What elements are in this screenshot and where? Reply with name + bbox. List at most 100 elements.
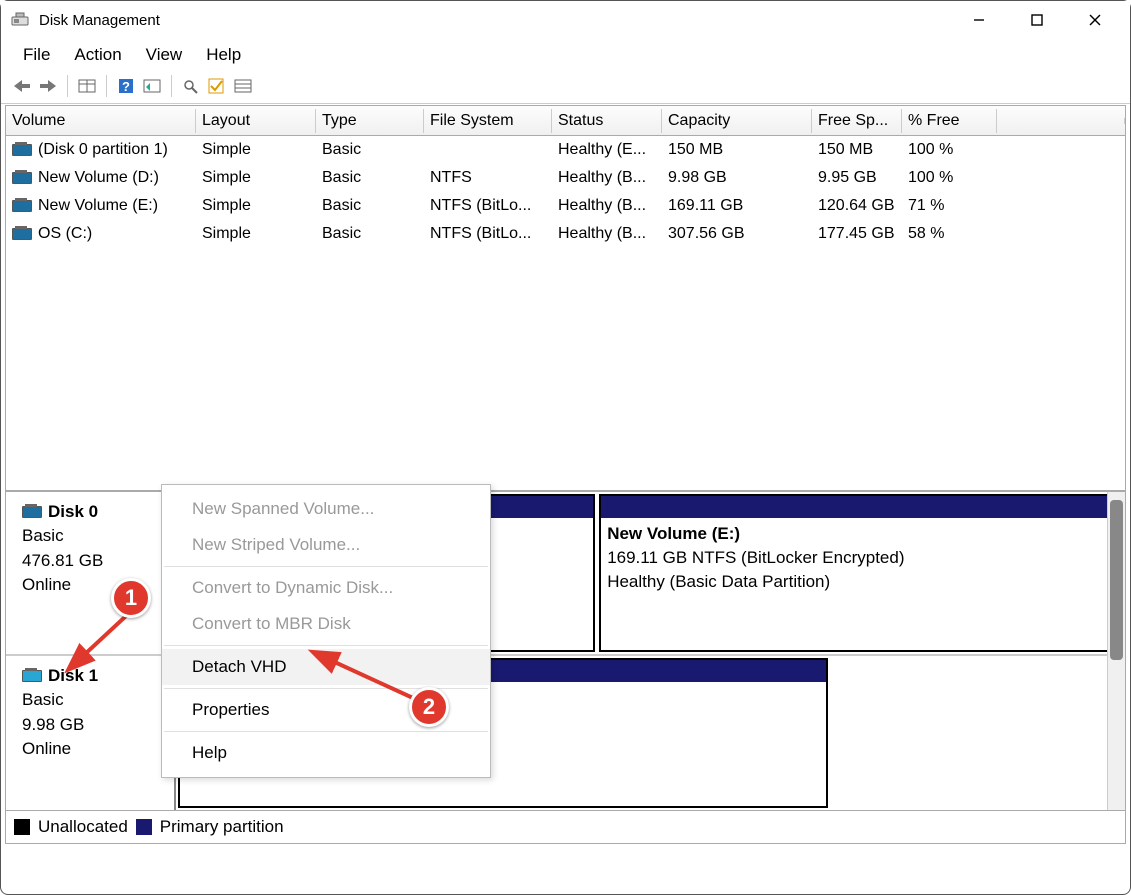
app-icon <box>11 11 29 29</box>
ctx-convert-mbr: Convert to MBR Disk <box>162 606 490 642</box>
menu-action[interactable]: Action <box>64 43 131 67</box>
refresh-view-icon[interactable] <box>141 75 163 97</box>
svg-text:?: ? <box>122 79 130 94</box>
col-freespace[interactable]: Free Sp... <box>812 109 902 133</box>
ctx-detach-vhd[interactable]: Detach VHD <box>162 649 490 685</box>
check-icon[interactable] <box>206 75 228 97</box>
swatch-unallocated <box>14 819 30 835</box>
titlebar: Disk Management <box>1 1 1130 39</box>
volume-table-header: Volume Layout Type File System Status Ca… <box>6 106 1125 136</box>
col-capacity[interactable]: Capacity <box>662 109 812 133</box>
vol-pct: 58 % <box>902 223 997 245</box>
menu-help[interactable]: Help <box>196 43 251 67</box>
col-filesystem[interactable]: File System <box>424 109 552 133</box>
vol-name: (Disk 0 partition 1) <box>38 141 168 159</box>
vol-status: Healthy (E... <box>552 139 662 161</box>
vol-layout: Simple <box>196 223 316 245</box>
forward-icon[interactable] <box>37 75 59 97</box>
ctx-new-striped: New Striped Volume... <box>162 527 490 563</box>
volume-row[interactable]: (Disk 0 partition 1) SimpleBasic Healthy (… <box>6 136 1125 164</box>
vol-fs: NTFS (BitLo... <box>424 223 552 245</box>
legend-primary: Primary partition <box>160 817 284 837</box>
vol-capacity: 150 MB <box>662 139 812 161</box>
disk0-size: 476.81 GB <box>22 549 166 574</box>
list-icon[interactable] <box>232 75 254 97</box>
swatch-primary <box>136 819 152 835</box>
col-status[interactable]: Status <box>552 109 662 133</box>
disk0-type: Basic <box>22 524 166 549</box>
drive-icon <box>12 172 32 184</box>
annotation-badge-2: 2 <box>409 687 449 727</box>
drive-icon <box>12 228 32 240</box>
disk0-part2-health: Healthy (Basic Data Partition) <box>607 570 1115 594</box>
ctx-help[interactable]: Help <box>162 735 490 771</box>
disk0-partition-2[interactable]: New Volume (E:) 169.11 GB NTFS (BitLocke… <box>599 494 1123 652</box>
menubar: File Action View Help <box>1 39 1130 73</box>
close-button[interactable] <box>1066 1 1124 39</box>
vol-capacity: 307.56 GB <box>662 223 812 245</box>
vol-name: New Volume (E:) <box>38 197 158 215</box>
back-icon[interactable] <box>11 75 33 97</box>
vol-fs <box>424 148 552 152</box>
vol-type: Basic <box>316 195 424 217</box>
vol-free: 9.95 GB <box>812 167 902 189</box>
disk1-size: 9.98 GB <box>22 713 166 738</box>
col-layout[interactable]: Layout <box>196 109 316 133</box>
legend: Unallocated Primary partition <box>5 811 1126 844</box>
ctx-convert-dynamic: Convert to Dynamic Disk... <box>162 570 490 606</box>
drive-icon <box>12 200 32 212</box>
disk1-label: Disk 1 <box>48 666 98 686</box>
col-volume[interactable]: Volume <box>6 109 196 133</box>
volume-row[interactable]: New Volume (D:)SimpleBasicNTFSHealthy (B… <box>6 164 1125 192</box>
scan-icon[interactable] <box>180 75 202 97</box>
vol-free: 120.64 GB <box>812 195 902 217</box>
drive-icon <box>22 670 42 682</box>
maximize-button[interactable] <box>1008 1 1066 39</box>
disk0-header[interactable]: Disk 0 Basic 476.81 GB Online <box>6 492 176 654</box>
scroll-thumb[interactable] <box>1110 500 1123 660</box>
volume-table: Volume Layout Type File System Status Ca… <box>5 105 1126 491</box>
volume-row[interactable]: OS (C:) SimpleBasicNTFS (BitLo...Healthy … <box>6 220 1125 248</box>
vol-capacity: 169.11 GB <box>662 195 812 217</box>
vol-type: Basic <box>316 139 424 161</box>
vol-pct: 100 % <box>902 167 997 189</box>
vol-pct: 71 % <box>902 195 997 217</box>
vol-layout: Simple <box>196 139 316 161</box>
disk1-state: Online <box>22 737 166 762</box>
legend-unallocated: Unallocated <box>38 817 128 837</box>
disk0-label: Disk 0 <box>48 502 98 522</box>
vol-capacity: 9.98 GB <box>662 167 812 189</box>
vol-layout: Simple <box>196 195 316 217</box>
scroll-track[interactable] <box>1107 492 1125 810</box>
vol-pct: 100 % <box>902 139 997 161</box>
vol-status: Healthy (B... <box>552 195 662 217</box>
vol-free: 150 MB <box>812 139 902 161</box>
minimize-button[interactable] <box>950 1 1008 39</box>
vol-fs: NTFS (BitLo... <box>424 195 552 217</box>
drive-icon <box>22 506 42 518</box>
disk1-header[interactable]: Disk 1 Basic 9.98 GB Online <box>6 656 176 810</box>
col-type[interactable]: Type <box>316 109 424 133</box>
vol-name: New Volume (D:) <box>38 169 159 187</box>
help-icon[interactable]: ? <box>115 75 137 97</box>
drive-icon <box>12 144 32 156</box>
vol-type: Basic <box>316 223 424 245</box>
menu-file[interactable]: File <box>13 43 60 67</box>
disk0-part2-meta: 169.11 GB NTFS (BitLocker Encrypted) <box>607 546 1115 570</box>
menu-view[interactable]: View <box>136 43 193 67</box>
table-icon[interactable] <box>76 75 98 97</box>
window-title: Disk Management <box>39 12 160 29</box>
vol-free: 177.45 GB <box>812 223 902 245</box>
col-pctfree[interactable]: % Free <box>902 109 997 133</box>
vol-name: OS (C:) <box>38 225 92 243</box>
vol-fs: NTFS <box>424 167 552 189</box>
vol-status: Healthy (B... <box>552 167 662 189</box>
volume-row[interactable]: New Volume (E:) SimpleBasicNTFS (BitLo...… <box>6 192 1125 220</box>
ctx-new-spanned: New Spanned Volume... <box>162 491 490 527</box>
toolbar: ? <box>1 73 1130 104</box>
context-menu: New Spanned Volume... New Striped Volume… <box>161 484 491 778</box>
vol-layout: Simple <box>196 167 316 189</box>
disk0-part2-title: New Volume (E:) <box>607 522 1115 546</box>
annotation-badge-1: 1 <box>111 578 151 618</box>
vol-status: Healthy (B... <box>552 223 662 245</box>
